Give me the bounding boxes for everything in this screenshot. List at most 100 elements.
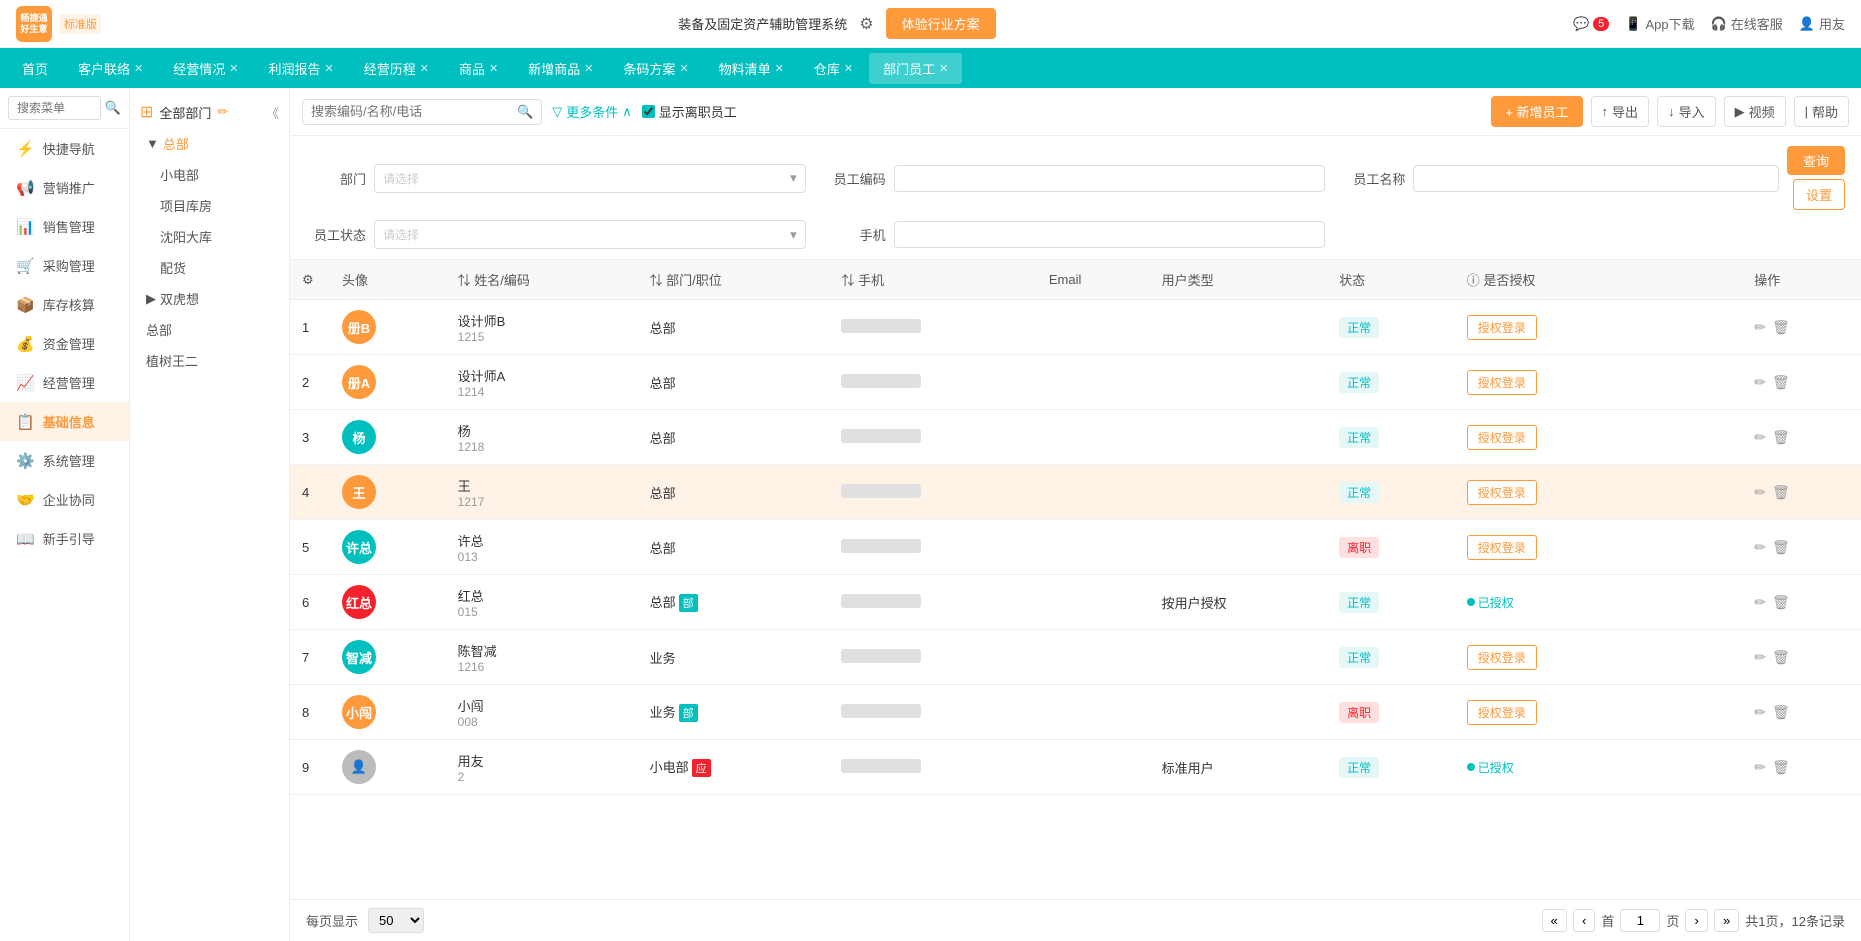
close-icon[interactable]: ✕ xyxy=(489,62,498,75)
import-btn[interactable]: ↓ 导入 xyxy=(1657,96,1716,127)
setting-btn[interactable]: 设置 xyxy=(1793,179,1845,210)
sidebar-item-finance[interactable]: 💰 资金管理 xyxy=(0,324,129,363)
auth-login-btn[interactable]: 授权登录 xyxy=(1467,700,1537,725)
current-page-input[interactable] xyxy=(1620,909,1660,932)
user-avatar-btn[interactable]: 👤 用友 xyxy=(1799,14,1845,33)
close-icon[interactable]: ✕ xyxy=(325,62,334,75)
sidebar-item-marketing[interactable]: 📢 营销推广 xyxy=(0,168,129,207)
sidebar-item-purchase[interactable]: 🛒 采购管理 xyxy=(0,246,129,285)
filter-status-select[interactable]: 请选择 ▾ xyxy=(374,220,806,249)
close-icon[interactable]: ✕ xyxy=(679,62,688,75)
edit-btn[interactable]: ✏ xyxy=(1754,539,1766,556)
settings-gear-icon[interactable]: ⚙ xyxy=(859,14,873,34)
more-filter-btn[interactable]: ▽ 更多条件 ∧ xyxy=(552,102,632,121)
col-dept-pos[interactable]: ⇅ 部门/职位 xyxy=(638,260,830,300)
delete-btn[interactable]: 🗑 xyxy=(1772,484,1790,501)
dept-item-small-elec[interactable]: 小电部 xyxy=(130,159,289,190)
edit-btn[interactable]: ✏ xyxy=(1754,759,1766,776)
sidebar-item-basic-info[interactable]: 📋 基础信息 xyxy=(0,402,129,441)
sidebar-item-sales[interactable]: 📊 销售管理 xyxy=(0,207,129,246)
sidebar-item-system[interactable]: ⚙️ 系统管理 xyxy=(0,441,129,480)
filter-phone-input[interactable] xyxy=(894,221,1326,248)
nav-warehouse[interactable]: 仓库 ✕ xyxy=(800,53,867,84)
view-btn[interactable]: ▶ 视频 xyxy=(1724,96,1786,127)
dept-item-plant-king[interactable]: 植树王二 xyxy=(130,345,289,376)
filter-dept-select[interactable]: 请选择 ▾ xyxy=(374,164,806,193)
delete-btn[interactable]: 🗑 xyxy=(1772,319,1790,336)
close-icon[interactable]: ✕ xyxy=(420,62,429,75)
export-btn[interactable]: ↑ 导出 xyxy=(1591,96,1650,127)
nav-operation[interactable]: 经营情况 ✕ xyxy=(159,53,252,84)
edit-btn[interactable]: ✏ xyxy=(1754,319,1766,336)
delete-btn[interactable]: 🗑 xyxy=(1772,374,1790,391)
delete-btn[interactable]: 🗑 xyxy=(1772,594,1790,611)
dept-item-project-storage[interactable]: 项目库房 xyxy=(130,190,289,221)
dept-item-headquarters-root[interactable]: ▼ 总部 xyxy=(130,128,289,159)
help-btn[interactable]: | 帮助 xyxy=(1794,96,1849,127)
col-settings[interactable]: ⚙ xyxy=(290,260,330,300)
delete-btn[interactable]: 🗑 xyxy=(1772,539,1790,556)
nav-customer[interactable]: 客户联络 ✕ xyxy=(64,53,157,84)
close-icon[interactable]: ✕ xyxy=(584,62,593,75)
first-page-btn[interactable]: « xyxy=(1542,909,1567,932)
next-page-btn[interactable]: › xyxy=(1685,909,1707,932)
filter-empcode-input[interactable] xyxy=(894,165,1326,192)
close-icon[interactable]: ✕ xyxy=(134,62,143,75)
sidebar-search-input[interactable] xyxy=(8,96,101,120)
add-staff-btn[interactable]: + 新增员工 xyxy=(1491,96,1582,127)
nav-history[interactable]: 经营历程 ✕ xyxy=(350,53,443,84)
edit-btn[interactable]: ✏ xyxy=(1754,649,1766,666)
sidebar-item-biz[interactable]: 📈 经营管理 xyxy=(0,363,129,402)
query-btn[interactable]: 查询 xyxy=(1787,146,1845,175)
auth-login-btn[interactable]: 授权登录 xyxy=(1467,480,1537,505)
sidebar-item-inventory[interactable]: 📦 库存核算 xyxy=(0,285,129,324)
sidebar-item-quick-nav[interactable]: ⚡ 快捷导航 xyxy=(0,129,129,168)
nav-dept-staff[interactable]: 部门员工 ✕ xyxy=(869,53,962,84)
close-icon[interactable]: ✕ xyxy=(775,62,784,75)
edit-btn[interactable]: ✏ xyxy=(1754,484,1766,501)
nav-goods[interactable]: 商品 ✕ xyxy=(445,53,512,84)
nav-profit[interactable]: 利润报告 ✕ xyxy=(254,53,347,84)
edit-btn[interactable]: ✏ xyxy=(1754,704,1766,721)
page-size-select[interactable]: 50 20 100 xyxy=(368,908,424,933)
close-icon[interactable]: ✕ xyxy=(939,62,948,75)
edit-btn[interactable]: ✏ xyxy=(1754,429,1766,446)
close-icon[interactable]: ✕ xyxy=(844,62,853,75)
last-page-btn[interactable]: » xyxy=(1714,909,1739,932)
dept-header[interactable]: ⊞ 全部部门 ✏ 《 xyxy=(130,96,289,128)
online-service-btn[interactable]: 🎧 在线客服 xyxy=(1711,14,1783,33)
auth-login-btn[interactable]: 授权登录 xyxy=(1467,370,1537,395)
dept-edit-icon[interactable]: ✏ xyxy=(217,104,228,120)
dept-item-delivery[interactable]: 配货 xyxy=(130,252,289,283)
auth-login-btn[interactable]: 授权登录 xyxy=(1467,645,1537,670)
col-phone[interactable]: ⇅ 手机 xyxy=(829,260,1036,300)
nav-home[interactable]: 首页 xyxy=(8,53,62,84)
delete-btn[interactable]: 🗑 xyxy=(1772,704,1790,721)
auth-login-btn[interactable]: 授权登录 xyxy=(1467,315,1537,340)
edit-btn[interactable]: ✏ xyxy=(1754,374,1766,391)
delete-btn[interactable]: 🗑 xyxy=(1772,759,1790,776)
edit-btn[interactable]: ✏ xyxy=(1754,594,1766,611)
dept-item-dual-tiger[interactable]: ▶ 双虎想 xyxy=(130,283,289,314)
auth-login-btn[interactable]: 授权登录 xyxy=(1467,535,1537,560)
col-name-code[interactable]: ⇅ 姓名/编码 xyxy=(446,260,638,300)
nav-barcode[interactable]: 条码方案 ✕ xyxy=(609,53,702,84)
auth-login-btn[interactable]: 授权登录 xyxy=(1467,425,1537,450)
experience-btn[interactable]: 体验行业方案 xyxy=(886,8,996,39)
dept-collapse-icon[interactable]: 《 xyxy=(266,103,279,122)
prev-page-btn[interactable]: ‹ xyxy=(1573,909,1595,932)
dept-item-hq[interactable]: 总部 xyxy=(130,314,289,345)
sidebar-item-collab[interactable]: 🤝 企业协同 xyxy=(0,480,129,519)
message-btn[interactable]: 💬 5 xyxy=(1573,16,1609,32)
nav-add-goods[interactable]: 新增商品 ✕ xyxy=(514,53,607,84)
show-resigned-checkbox[interactable] xyxy=(642,105,655,118)
sidebar-item-guide[interactable]: 📖 新手引导 xyxy=(0,519,129,558)
search-input[interactable] xyxy=(311,104,511,119)
dept-item-shenyang[interactable]: 沈阳大库 xyxy=(130,221,289,252)
delete-btn[interactable]: 🗑 xyxy=(1772,429,1790,446)
delete-btn[interactable]: 🗑 xyxy=(1772,649,1790,666)
nav-bom[interactable]: 物料清单 ✕ xyxy=(705,53,798,84)
app-download-btn[interactable]: 📱 App下载 xyxy=(1625,14,1694,33)
close-icon[interactable]: ✕ xyxy=(229,62,238,75)
filter-empname-input[interactable] xyxy=(1413,165,1779,192)
